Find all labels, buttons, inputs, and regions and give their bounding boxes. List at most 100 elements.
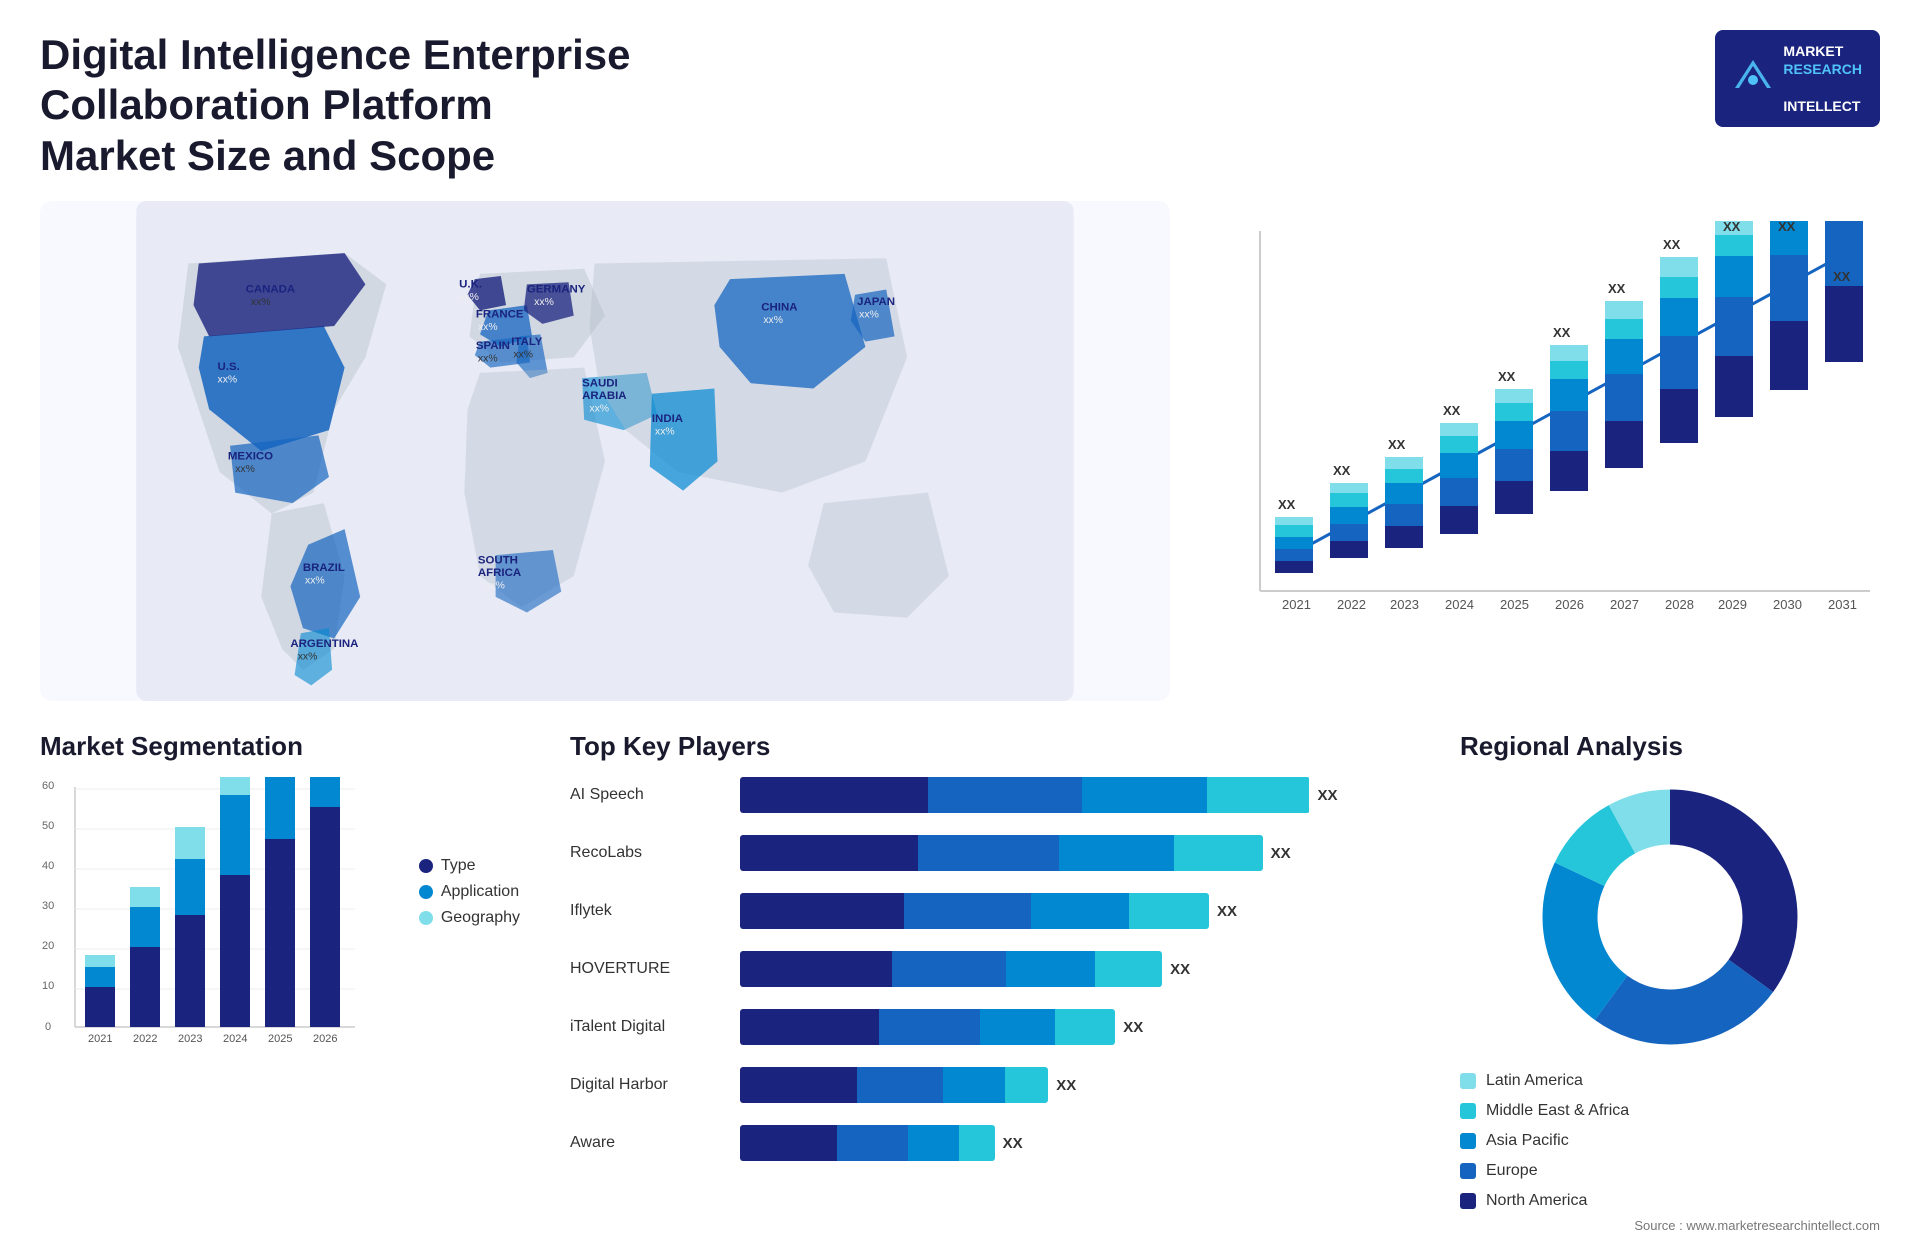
svg-text:2027: 2027 bbox=[1610, 597, 1639, 612]
legend-type: Type bbox=[419, 857, 520, 875]
legend-application: Application bbox=[419, 883, 520, 901]
svg-text:10: 10 bbox=[42, 980, 54, 992]
player-bar: XX bbox=[740, 1009, 1410, 1045]
legend-latin-america: Latin America bbox=[1460, 1072, 1880, 1090]
svg-text:CANADA: CANADA bbox=[246, 284, 296, 296]
svg-text:XX: XX bbox=[1443, 403, 1461, 418]
segmentation-section: Market Segmentation 0 10 20 30 40 50 bbox=[40, 731, 520, 1211]
svg-text:xx%: xx% bbox=[459, 292, 479, 303]
legend-mea: Middle East & Africa bbox=[1460, 1102, 1880, 1120]
player-bar: XX bbox=[740, 951, 1410, 987]
svg-text:XX: XX bbox=[1388, 437, 1406, 452]
svg-text:INDIA: INDIA bbox=[652, 413, 683, 425]
svg-text:SAUDI: SAUDI bbox=[582, 378, 618, 390]
svg-text:XX: XX bbox=[1663, 237, 1681, 252]
svg-text:xx%: xx% bbox=[478, 354, 498, 365]
player-row-aispeech: AI Speech XX bbox=[570, 777, 1410, 813]
player-row-recolabs: RecoLabs XX bbox=[570, 835, 1410, 871]
svg-text:xx%: xx% bbox=[655, 427, 675, 438]
player-name: AI Speech bbox=[570, 786, 730, 804]
svg-text:FRANCE: FRANCE bbox=[476, 309, 524, 321]
legend-dot-north-america bbox=[1460, 1193, 1476, 1209]
bar-2023: XX 2023 bbox=[1385, 437, 1423, 612]
player-row-digitalharbor: Digital Harbor XX bbox=[570, 1067, 1410, 1103]
svg-text:xx%: xx% bbox=[534, 297, 554, 308]
svg-text:BRAZIL: BRAZIL bbox=[303, 562, 345, 574]
player-name: HOVERTURE bbox=[570, 960, 730, 978]
svg-text:U.S.: U.S. bbox=[218, 361, 240, 373]
player-name: Iflytek bbox=[570, 902, 730, 920]
svg-text:2030: 2030 bbox=[1773, 597, 1802, 612]
svg-text:xx%: xx% bbox=[513, 349, 533, 360]
svg-text:CHINA: CHINA bbox=[761, 302, 797, 314]
segmentation-title: Market Segmentation bbox=[40, 731, 520, 762]
svg-text:2028: 2028 bbox=[1665, 597, 1694, 612]
svg-text:2031: 2031 bbox=[1828, 597, 1857, 612]
svg-text:XX: XX bbox=[1833, 269, 1851, 284]
legend-dot-type bbox=[419, 859, 433, 873]
svg-text:XX: XX bbox=[1498, 369, 1516, 384]
svg-text:xx%: xx% bbox=[305, 575, 325, 586]
bar-chart-container: XX XX 2021 bbox=[1200, 201, 1880, 701]
page-wrapper: Digital Intelligence Enterprise Collabor… bbox=[0, 0, 1920, 1241]
legend-asia-pacific: Asia Pacific bbox=[1460, 1132, 1880, 1150]
svg-text:0: 0 bbox=[45, 1021, 51, 1033]
player-row-hoverture: HOVERTURE XX bbox=[570, 951, 1410, 987]
svg-text:2026: 2026 bbox=[1555, 597, 1584, 612]
world-map: CANADA xx% U.S. xx% MEXICO xx% BRAZIL xx… bbox=[40, 201, 1170, 701]
player-row-aware: Aware XX bbox=[570, 1125, 1410, 1161]
svg-text:30: 30 bbox=[42, 900, 54, 912]
logo-box: MARKETRESEARCHINTELLECT bbox=[1715, 30, 1880, 127]
svg-text:XX: XX bbox=[1333, 463, 1351, 478]
legend-north-america: North America bbox=[1460, 1192, 1880, 1210]
source-text: Source : www.marketresearchintellect.com bbox=[1460, 1218, 1880, 1233]
svg-text:50: 50 bbox=[42, 820, 54, 832]
svg-text:xx%: xx% bbox=[251, 297, 271, 308]
player-name: RecoLabs bbox=[570, 844, 730, 862]
bar-2028: XX 2028 bbox=[1660, 237, 1698, 612]
regional-section: Regional Analysis bbox=[1460, 731, 1880, 1211]
svg-text:XX: XX bbox=[1723, 221, 1741, 234]
bottom-section: Market Segmentation 0 10 20 30 40 50 bbox=[40, 731, 1880, 1211]
svg-text:XX: XX bbox=[1778, 221, 1796, 234]
legend-geography: Geography bbox=[419, 909, 520, 927]
donut-chart bbox=[1460, 777, 1880, 1057]
legend-dot-asia-pacific bbox=[1460, 1133, 1476, 1149]
svg-text:U.K.: U.K. bbox=[459, 279, 482, 291]
svg-text:2024: 2024 bbox=[223, 1033, 247, 1045]
svg-text:2024: 2024 bbox=[1445, 597, 1474, 612]
bar-2021: XX 2021 bbox=[1275, 497, 1313, 612]
top-section: CANADA xx% U.S. xx% MEXICO xx% BRAZIL xx… bbox=[40, 201, 1880, 701]
bar-2030: 2030 bbox=[1770, 221, 1808, 612]
svg-text:xx%: xx% bbox=[763, 315, 783, 326]
svg-text:XX: XX bbox=[1278, 497, 1296, 512]
svg-text:2021: 2021 bbox=[88, 1033, 112, 1045]
player-row-italent: iTalent Digital XX bbox=[570, 1009, 1410, 1045]
svg-text:2025: 2025 bbox=[268, 1033, 292, 1045]
svg-text:2021: 2021 bbox=[1282, 597, 1311, 612]
svg-text:2022: 2022 bbox=[133, 1033, 157, 1045]
page-title: Digital Intelligence Enterprise Collabor… bbox=[40, 30, 740, 181]
svg-text:xx%: xx% bbox=[478, 322, 498, 333]
player-bar: XX bbox=[740, 1067, 1410, 1103]
svg-text:AFRICA: AFRICA bbox=[478, 567, 521, 579]
logo-area: MARKETRESEARCHINTELLECT bbox=[1715, 30, 1880, 127]
svg-text:2029: 2029 bbox=[1718, 597, 1747, 612]
svg-text:2023: 2023 bbox=[178, 1033, 202, 1045]
legend-dot-latin-america bbox=[1460, 1073, 1476, 1089]
player-bar: XX bbox=[740, 835, 1410, 871]
svg-text:xx%: xx% bbox=[235, 464, 255, 475]
svg-text:MEXICO: MEXICO bbox=[228, 451, 273, 463]
svg-text:xx%: xx% bbox=[218, 374, 238, 385]
svg-text:XX: XX bbox=[1553, 325, 1571, 340]
svg-text:ARABIA: ARABIA bbox=[582, 390, 626, 402]
player-bar: XX bbox=[740, 893, 1410, 929]
svg-text:xx%: xx% bbox=[485, 581, 505, 592]
bar-2029: 2029 bbox=[1715, 221, 1753, 612]
svg-text:xx%: xx% bbox=[298, 652, 318, 663]
legend-dot-application bbox=[419, 885, 433, 899]
svg-text:2023: 2023 bbox=[1390, 597, 1419, 612]
regional-legend: Latin America Middle East & Africa Asia … bbox=[1460, 1072, 1880, 1210]
legend-europe: Europe bbox=[1460, 1162, 1880, 1180]
svg-text:XX: XX bbox=[1608, 281, 1626, 296]
